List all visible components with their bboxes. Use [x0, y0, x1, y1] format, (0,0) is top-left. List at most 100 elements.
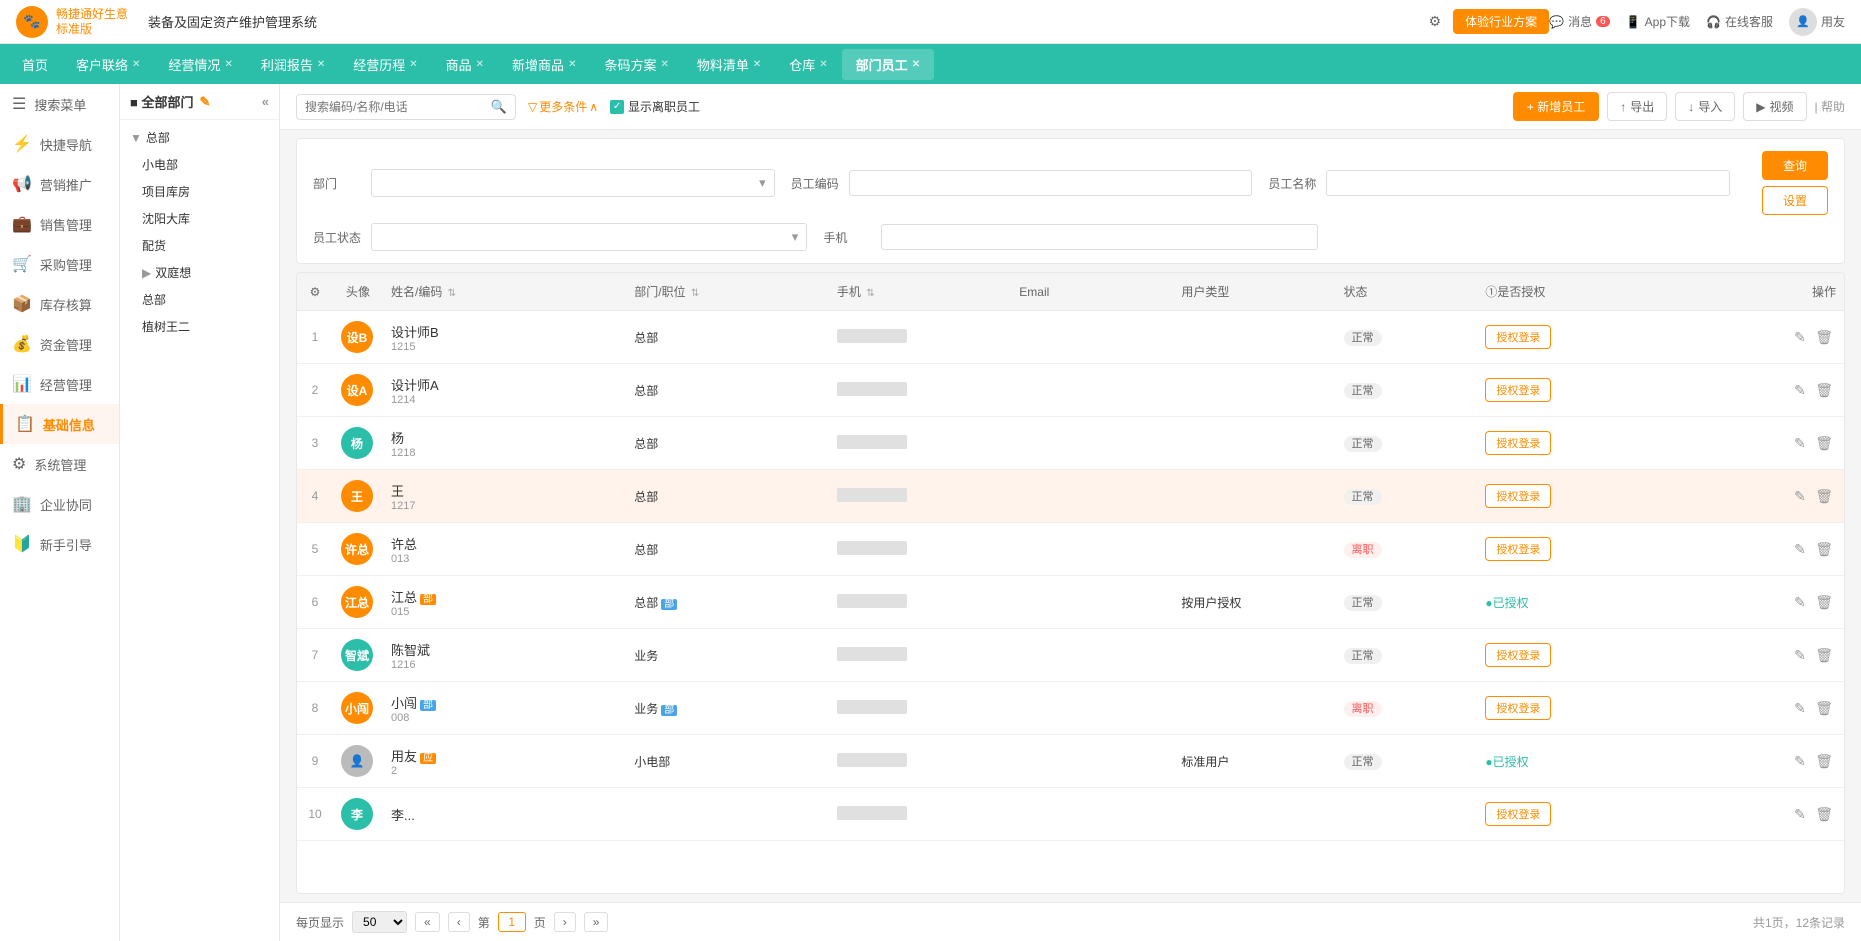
authorize-btn[interactable]: 授权登录 — [1485, 537, 1551, 561]
close-tab-customer[interactable]: ✕ — [132, 59, 140, 70]
first-page-btn[interactable]: « — [415, 912, 440, 932]
app-download-btn[interactable]: 📱 App下载 — [1626, 13, 1690, 30]
export-btn[interactable]: ↑ 导出 — [1607, 92, 1667, 121]
nav-marketing[interactable]: 📢 营销推广 — [0, 164, 119, 204]
dept-node-project[interactable]: 项目库房 — [120, 178, 279, 205]
dept-node-general[interactable]: ▼ 总部 — [120, 124, 279, 151]
search-btn[interactable]: 查询 — [1762, 151, 1828, 180]
delete-btn[interactable]: 🗑 — [1815, 594, 1833, 610]
edit-btn[interactable]: ✎ — [1794, 753, 1806, 769]
authorize-btn[interactable]: 授权登录 — [1485, 802, 1551, 826]
delete-btn[interactable]: 🗑 — [1815, 541, 1833, 557]
authorize-btn[interactable]: 授权登录 — [1485, 484, 1551, 508]
try-btn[interactable]: 体验行业方案 — [1453, 9, 1549, 34]
dept-node-hq[interactable]: 总部 — [120, 286, 279, 313]
next-page-btn[interactable]: › — [554, 912, 576, 932]
delete-btn[interactable]: 🗑 — [1815, 700, 1833, 716]
per-page-select[interactable]: 50 20 100 — [352, 911, 407, 933]
setting-btn[interactable]: 设置 — [1762, 186, 1828, 215]
edit-btn[interactable]: ✎ — [1794, 806, 1806, 822]
dept-collapse-btn[interactable]: « — [262, 94, 269, 109]
th-dept[interactable]: 部门/职位 ⇅ — [626, 273, 829, 311]
tab-barcode[interactable]: 条码方案 ✕ — [590, 49, 682, 80]
nav-capital[interactable]: 💰 资金管理 — [0, 324, 119, 364]
delete-btn[interactable]: 🗑 — [1815, 488, 1833, 504]
emp-status-select[interactable]: ▾ — [371, 223, 807, 251]
delete-btn[interactable]: 🗑 — [1815, 753, 1833, 769]
delete-btn[interactable]: 🗑 — [1815, 382, 1833, 398]
settings-icon[interactable]: ⚙ — [1429, 13, 1442, 30]
show-resigned-checkbox[interactable]: ✓ — [610, 100, 624, 114]
dept-node-shenyang[interactable]: 沈阳大库 — [120, 205, 279, 232]
authorize-btn[interactable]: 授权登录 — [1485, 378, 1551, 402]
tab-employees[interactable]: 部门员工 ✕ — [842, 49, 934, 80]
online-service-btn[interactable]: 🎧 在线客服 — [1706, 13, 1773, 30]
tab-add-goods[interactable]: 新增商品 ✕ — [498, 49, 590, 80]
tab-operation[interactable]: 经营情况 ✕ — [154, 49, 246, 80]
dept-select[interactable]: ▾ — [371, 169, 775, 197]
close-tab-employees[interactable]: ✕ — [912, 59, 920, 70]
nav-guide[interactable]: 🔰 新手引导 — [0, 524, 119, 564]
dept-node-double-dream[interactable]: ▶ 双庭想 — [120, 259, 279, 286]
delete-btn[interactable]: 🗑 — [1815, 806, 1833, 822]
delete-btn[interactable]: 🗑 — [1815, 647, 1833, 663]
help-btn[interactable]: | 帮助 — [1815, 98, 1845, 115]
prev-page-btn[interactable]: ‹ — [448, 912, 470, 932]
edit-btn[interactable]: ✎ — [1794, 541, 1806, 557]
emp-code-input[interactable] — [849, 170, 1253, 196]
tab-customer[interactable]: 客户联络 ✕ — [62, 49, 154, 80]
close-tab-warehouse[interactable]: ✕ — [819, 59, 827, 70]
edit-btn[interactable]: ✎ — [1794, 435, 1806, 451]
edit-btn[interactable]: ✎ — [1794, 329, 1806, 345]
delete-btn[interactable]: 🗑 — [1815, 435, 1833, 451]
th-name[interactable]: 姓名/编码 ⇅ — [383, 273, 626, 311]
nav-inventory[interactable]: 📦 库存核算 — [0, 284, 119, 324]
tab-goods[interactable]: 商品 ✕ — [432, 49, 498, 80]
nav-search[interactable]: ☰ 搜索菜单 — [0, 84, 119, 124]
more-filter-btn[interactable]: ▽ 更多条件 ∧ — [528, 98, 598, 115]
tab-bom[interactable]: 物料清单 ✕ — [683, 49, 775, 80]
edit-btn[interactable]: ✎ — [1794, 488, 1806, 504]
delete-btn[interactable]: 🗑 — [1815, 329, 1833, 345]
dept-node-small-elec[interactable]: 小电部 — [120, 151, 279, 178]
add-employee-btn[interactable]: + 新增员工 — [1513, 92, 1599, 121]
import-btn[interactable]: ↓ 导入 — [1675, 92, 1735, 121]
nav-system[interactable]: ⚙ 系统管理 — [0, 444, 119, 484]
close-tab-goods[interactable]: ✕ — [476, 59, 484, 70]
search-input[interactable] — [305, 100, 485, 114]
th-setting[interactable]: ⚙ — [297, 273, 333, 311]
nav-basic-info[interactable]: 📋 基础信息 — [0, 404, 119, 444]
tab-history[interactable]: 经营历程 ✕ — [339, 49, 431, 80]
nav-sales[interactable]: 💼 销售管理 — [0, 204, 119, 244]
phone-input[interactable] — [881, 224, 1317, 250]
authorize-btn[interactable]: 授权登录 — [1485, 696, 1551, 720]
nav-purchase[interactable]: 🛒 采购管理 — [0, 244, 119, 284]
edit-btn[interactable]: ✎ — [1794, 647, 1806, 663]
nav-operation-mgmt[interactable]: 📊 经营管理 — [0, 364, 119, 404]
close-tab-add-goods[interactable]: ✕ — [568, 59, 576, 70]
tab-warehouse[interactable]: 仓库 ✕ — [775, 49, 841, 80]
nav-company[interactable]: 🏢 企业协同 — [0, 484, 119, 524]
dept-node-plant-king2[interactable]: 植树王二 — [120, 313, 279, 340]
user-area[interactable]: 👤 用友 — [1789, 8, 1845, 36]
authorize-btn[interactable]: 授权登录 — [1485, 431, 1551, 455]
close-tab-barcode[interactable]: ✕ — [660, 59, 668, 70]
emp-name-input[interactable] — [1326, 170, 1730, 196]
edit-btn[interactable]: ✎ — [1794, 700, 1806, 716]
th-phone[interactable]: 手机 ⇅ — [829, 273, 1011, 311]
edit-btn[interactable]: ✎ — [1794, 382, 1806, 398]
tab-profit[interactable]: 利润报告 ✕ — [247, 49, 339, 80]
authorize-btn[interactable]: 授权登录 — [1485, 325, 1551, 349]
authorize-btn[interactable]: 授权登录 — [1485, 643, 1551, 667]
close-tab-history[interactable]: ✕ — [409, 59, 417, 70]
tab-home[interactable]: 首页 — [8, 49, 62, 80]
dept-node-distribution[interactable]: 配货 — [120, 232, 279, 259]
dept-edit-icon[interactable]: ✎ — [199, 94, 210, 110]
edit-btn[interactable]: ✎ — [1794, 594, 1806, 610]
close-tab-operation[interactable]: ✕ — [224, 59, 232, 70]
message-btn[interactable]: 💬 消息 6 — [1549, 13, 1610, 30]
nav-quick[interactable]: ⚡ 快捷导航 — [0, 124, 119, 164]
close-tab-bom[interactable]: ✕ — [753, 59, 761, 70]
close-tab-profit[interactable]: ✕ — [317, 59, 325, 70]
last-page-btn[interactable]: » — [584, 912, 609, 932]
